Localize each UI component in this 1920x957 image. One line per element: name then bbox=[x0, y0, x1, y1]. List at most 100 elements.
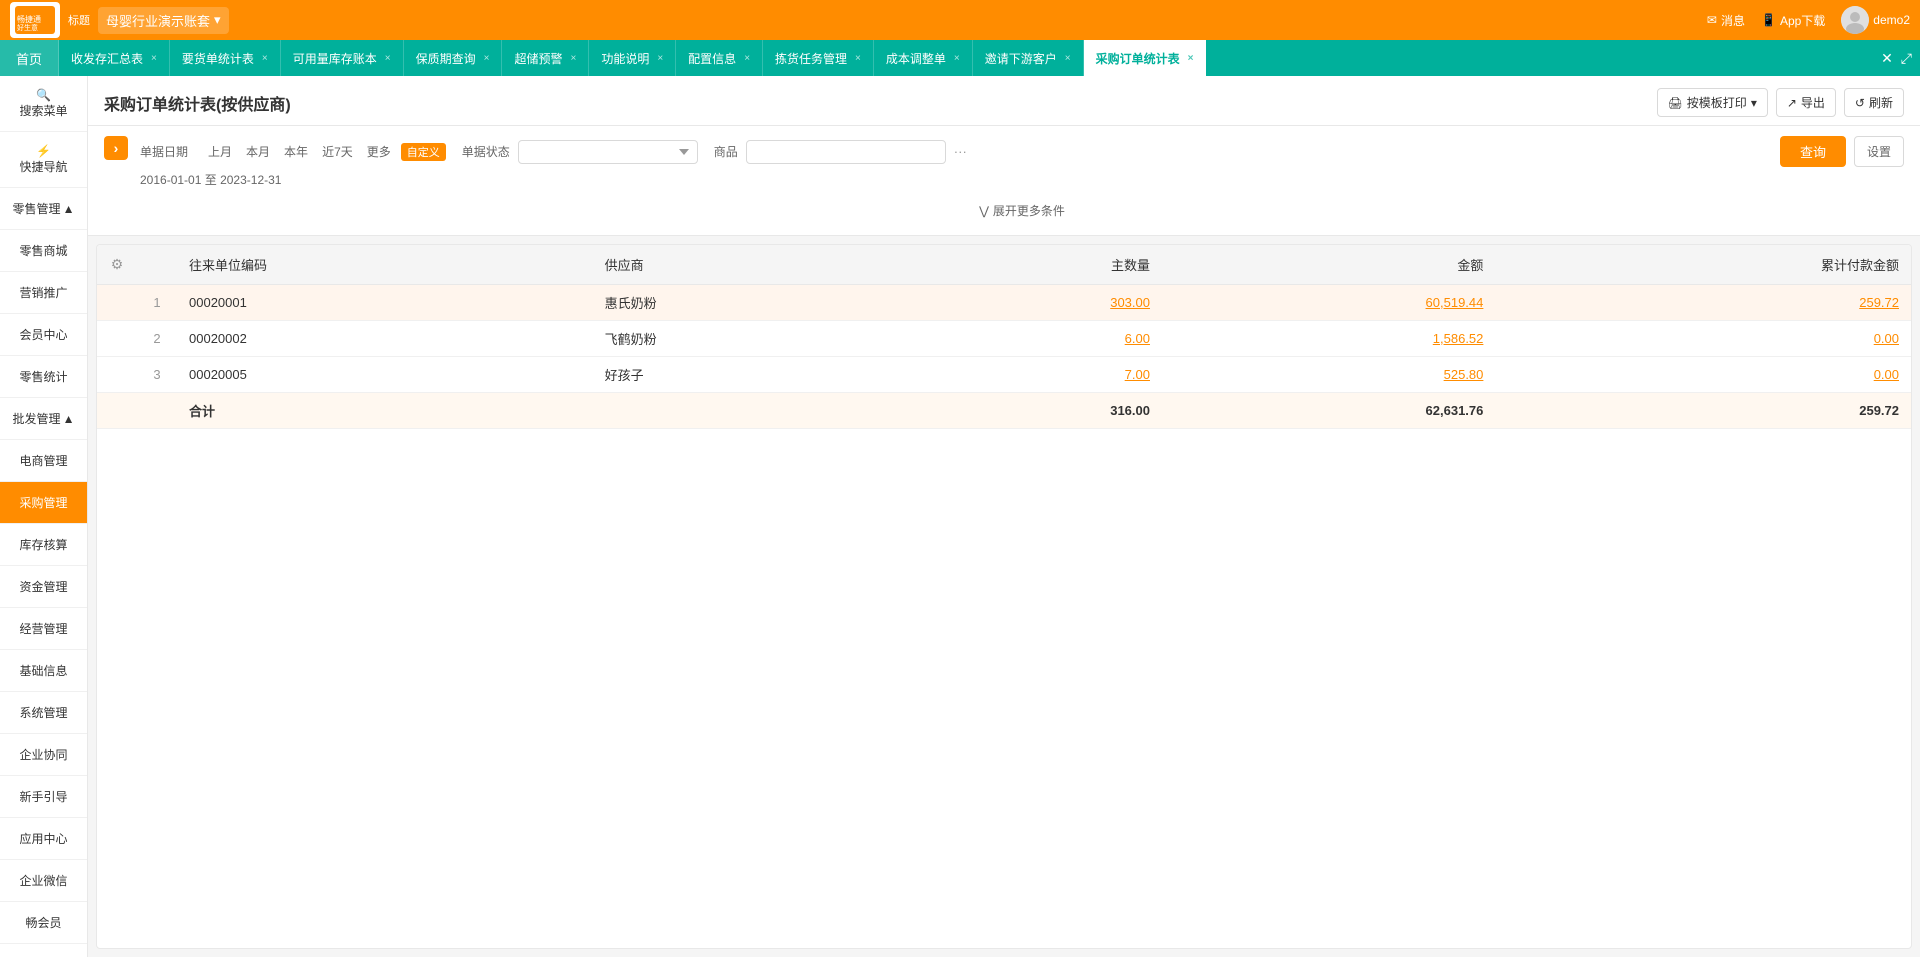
filter-toggle[interactable]: › bbox=[104, 136, 128, 160]
row-amount[interactable]: 525.80 bbox=[1162, 357, 1495, 393]
sidebar-item-system[interactable]: 系统管理 bbox=[0, 692, 87, 734]
page-actions: 🖨 按模板打印 ▾ ↗ 导出 ↺ 刷新 bbox=[1657, 88, 1904, 117]
tab-1[interactable]: 收发存汇总表 × bbox=[59, 40, 170, 76]
goods-input[interactable] bbox=[746, 140, 946, 164]
status-select[interactable] bbox=[518, 140, 698, 164]
expand-more-btn[interactable]: ⋁ 展开更多条件 bbox=[140, 196, 1904, 225]
sidebar-item-retail-mgmt[interactable]: 零售管理 ▲ bbox=[0, 188, 87, 230]
sidebar-item-basics[interactable]: 基础信息 bbox=[0, 650, 87, 692]
nav-tab-end: ✕ ⤢ bbox=[1873, 40, 1920, 76]
row-amount[interactable]: 1,586.52 bbox=[1162, 321, 1495, 357]
page-header: 采购订单统计表(按供应商) 🖨 按模板打印 ▾ ↗ 导出 ↺ 刷新 bbox=[88, 76, 1920, 126]
sidebar-item-quicknav[interactable]: ⚡ 快捷导航 bbox=[0, 132, 87, 188]
print-button[interactable]: 🖨 按模板打印 ▾ bbox=[1657, 88, 1768, 117]
tab-7[interactable]: 配置信息 × bbox=[676, 40, 763, 76]
print-label: 按模板打印 bbox=[1687, 94, 1747, 111]
message-button[interactable]: ✉ 消息 bbox=[1707, 12, 1745, 29]
sidebar-item-newguide[interactable]: 新手引导 bbox=[0, 776, 87, 818]
shortcut-last-month[interactable]: 上月 bbox=[204, 141, 236, 162]
tab-10-close[interactable]: × bbox=[1065, 53, 1071, 64]
tab-4[interactable]: 保质期查询 × bbox=[404, 40, 503, 76]
sidebar-item-wholesale[interactable]: 批发管理 ▲ bbox=[0, 398, 87, 440]
row-settings bbox=[97, 321, 137, 357]
sidebar-item-appstore[interactable]: 应用中心 bbox=[0, 818, 87, 860]
sidebar-item-ecommerce[interactable]: 电商管理 bbox=[0, 440, 87, 482]
shortcut-more[interactable]: 更多 bbox=[363, 141, 395, 162]
query-button[interactable]: 查询 bbox=[1780, 136, 1846, 167]
tab-5[interactable]: 超储预警 × bbox=[502, 40, 589, 76]
footer-amount: 62,631.76 bbox=[1162, 393, 1495, 429]
tab-active-close[interactable]: × bbox=[1188, 53, 1194, 64]
workspace-selector[interactable]: 母婴行业演示账套 ▾ bbox=[98, 7, 229, 34]
sidebar-appstore-label: 应用中心 bbox=[4, 830, 83, 847]
row-qty[interactable]: 303.00 bbox=[902, 285, 1162, 321]
sidebar-item-retail-stats[interactable]: 零售统计 bbox=[0, 356, 87, 398]
sidebar-item-member2[interactable]: 畅会员 bbox=[0, 902, 87, 944]
sidebar-item-collab[interactable]: 企业协同 bbox=[0, 734, 87, 776]
tab-3[interactable]: 可用量库存账本 × bbox=[281, 40, 404, 76]
avatar bbox=[1841, 6, 1869, 34]
tab-3-label: 可用量库存账本 bbox=[293, 50, 377, 67]
sidebar-item-members[interactable]: 会员中心 bbox=[0, 314, 87, 356]
tab-7-close[interactable]: × bbox=[744, 53, 750, 64]
tab-8-close[interactable]: × bbox=[855, 53, 861, 64]
row-code: 00020002 bbox=[177, 321, 593, 357]
tab-3-close[interactable]: × bbox=[385, 53, 391, 64]
th-qty: 主数量 bbox=[902, 245, 1162, 285]
sidebar-item-finance[interactable]: 资金管理 bbox=[0, 566, 87, 608]
user-menu[interactable]: demo2 bbox=[1841, 6, 1910, 34]
export-button[interactable]: ↗ 导出 bbox=[1776, 88, 1836, 117]
app-download-button[interactable]: 📱 App下载 bbox=[1761, 12, 1825, 29]
row-amount[interactable]: 60,519.44 bbox=[1162, 285, 1495, 321]
tab-expand-icon[interactable]: ⤢ bbox=[1901, 50, 1912, 67]
th-settings[interactable]: ⚙ bbox=[97, 245, 137, 285]
tab-10[interactable]: 邀请下游客户 × bbox=[973, 40, 1084, 76]
tab-6-close[interactable]: × bbox=[657, 53, 663, 64]
sidebar-item-operations[interactable]: 经营管理 bbox=[0, 608, 87, 650]
sidebar-item-search[interactable]: 🔍 搜索菜单 bbox=[0, 76, 87, 132]
top-bar-left: 畅捷通 好生意 标题 母婴行业演示账套 ▾ bbox=[10, 2, 229, 38]
row-paid[interactable]: 0.00 bbox=[1495, 321, 1911, 357]
tab-2-close[interactable]: × bbox=[262, 53, 268, 64]
tab-4-close[interactable]: × bbox=[484, 53, 490, 64]
refresh-button[interactable]: ↺ 刷新 bbox=[1844, 88, 1904, 117]
footer-empty-1 bbox=[97, 393, 137, 429]
tab-5-close[interactable]: × bbox=[570, 53, 576, 64]
tab-8[interactable]: 拣货任务管理 × bbox=[763, 40, 874, 76]
status-label: 单据状态 bbox=[462, 143, 510, 160]
tab-9[interactable]: 成本调整单 × bbox=[874, 40, 973, 76]
sidebar-item-purchase[interactable]: 采购管理 bbox=[0, 482, 87, 524]
tab-1-close[interactable]: × bbox=[151, 53, 157, 64]
shortcut-this-month[interactable]: 本月 bbox=[242, 141, 274, 162]
tab-9-close[interactable]: × bbox=[954, 53, 960, 64]
tab-4-label: 保质期查询 bbox=[416, 50, 476, 67]
tab-home-label: 首页 bbox=[16, 49, 42, 68]
sidebar-operations-label: 经营管理 bbox=[4, 620, 83, 637]
sidebar-members-label: 会员中心 bbox=[4, 326, 83, 343]
row-qty[interactable]: 7.00 bbox=[902, 357, 1162, 393]
row-index: 1 bbox=[137, 285, 177, 321]
goods-more-icon[interactable]: ··· bbox=[954, 144, 967, 159]
column-settings-icon[interactable]: ⚙ bbox=[111, 256, 124, 272]
row-paid[interactable]: 259.72 bbox=[1495, 285, 1911, 321]
sidebar-item-inventory[interactable]: 库存核算 bbox=[0, 524, 87, 566]
tab-2[interactable]: 要货单统计表 × bbox=[170, 40, 281, 76]
custom-date-badge[interactable]: 自定义 bbox=[401, 143, 446, 161]
row-qty[interactable]: 6.00 bbox=[902, 321, 1162, 357]
shortcut-7days[interactable]: 近7天 bbox=[318, 141, 357, 162]
sidebar-item-retail-shop[interactable]: 零售商城 bbox=[0, 230, 87, 272]
tab-close-icon[interactable]: ✕ bbox=[1881, 50, 1893, 67]
print-icon: 🖨 bbox=[1668, 96, 1683, 110]
tab-home[interactable]: 首页 bbox=[0, 40, 59, 76]
sidebar-item-marketing[interactable]: 营销推广 bbox=[0, 272, 87, 314]
shortcut-this-year[interactable]: 本年 bbox=[280, 141, 312, 162]
tab-6[interactable]: 功能说明 × bbox=[589, 40, 676, 76]
date-range-display: 2016-01-01 至 2023-12-31 bbox=[140, 171, 1904, 188]
table-row: 1 00020001 惠氏奶粉 303.00 60,519.44 259.72 bbox=[97, 285, 1911, 321]
footer-paid: 259.72 bbox=[1495, 393, 1911, 429]
row-paid[interactable]: 0.00 bbox=[1495, 357, 1911, 393]
tab-8-label: 拣货任务管理 bbox=[775, 50, 847, 67]
tab-active[interactable]: 采购订单统计表 × bbox=[1084, 40, 1207, 76]
sidebar-item-wechat[interactable]: 企业微信 bbox=[0, 860, 87, 902]
settings-button[interactable]: 设置 bbox=[1854, 136, 1904, 167]
